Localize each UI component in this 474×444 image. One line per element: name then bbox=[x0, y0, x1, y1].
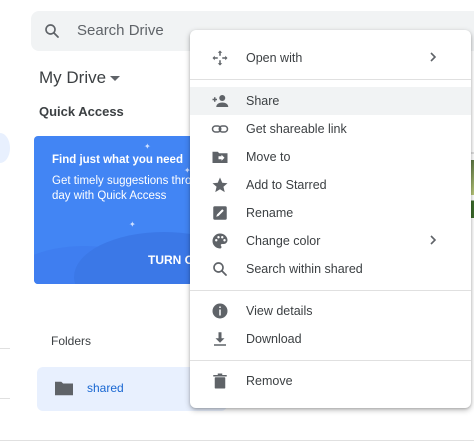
chevron-right-icon bbox=[430, 52, 437, 62]
card-title: Find just what you need bbox=[52, 154, 183, 166]
trash-icon bbox=[213, 373, 227, 389]
search-input[interactable]: Search Drive bbox=[77, 22, 164, 39]
menu-separator bbox=[190, 290, 471, 291]
sidebar-divider bbox=[0, 348, 10, 349]
menu-item-label: Remove bbox=[246, 374, 293, 388]
link-icon bbox=[211, 125, 229, 133]
sidebar-divider bbox=[0, 398, 10, 399]
folders-section-label: Folders bbox=[51, 334, 92, 348]
menu-item-search-within[interactable]: Search within shared bbox=[190, 255, 471, 283]
menu-item-get-shareable-link[interactable]: Get shareable link bbox=[190, 115, 471, 143]
quick-access-label: Quick Access bbox=[39, 104, 124, 119]
menu-item-label: Rename bbox=[246, 206, 294, 220]
menu-item-share[interactable]: Share bbox=[190, 87, 471, 115]
menu-item-rename[interactable]: Rename bbox=[190, 199, 471, 227]
left-sidebar-edge bbox=[0, 0, 12, 444]
info-icon bbox=[212, 303, 228, 319]
search-icon[interactable] bbox=[43, 22, 61, 40]
menu-item-move-to[interactable]: Move to bbox=[190, 143, 471, 171]
menu-item-open-with[interactable]: Open with bbox=[190, 44, 471, 72]
menu-item-download[interactable]: Download bbox=[190, 325, 471, 353]
menu-item-label: Change color bbox=[246, 234, 321, 248]
menu-item-label: Share bbox=[246, 94, 280, 108]
sparkle-icon: ✦ bbox=[144, 142, 151, 151]
search-icon bbox=[213, 262, 227, 276]
open-with-icon bbox=[212, 50, 228, 66]
download-icon bbox=[214, 332, 226, 346]
menu-item-label: Get shareable link bbox=[246, 122, 347, 136]
folder-icon bbox=[55, 381, 73, 396]
menu-item-label: View details bbox=[246, 304, 313, 318]
star-icon bbox=[212, 177, 228, 193]
menu-item-remove[interactable]: Remove bbox=[190, 367, 471, 395]
menu-separator bbox=[190, 360, 471, 361]
menu-separator bbox=[190, 79, 471, 80]
footer-divider bbox=[0, 440, 474, 441]
turn-on-button[interactable]: TURN O bbox=[148, 253, 194, 267]
move-to-folder-icon bbox=[212, 151, 228, 163]
context-menu: Open with Share Get shareable link Move … bbox=[190, 30, 471, 408]
card-body: Get timely suggestions thro day with Qui… bbox=[52, 174, 191, 204]
chevron-right-icon bbox=[430, 235, 437, 245]
menu-item-label: Open with bbox=[246, 51, 303, 65]
menu-item-view-details[interactable]: View details bbox=[190, 297, 471, 325]
card-body-line: Get timely suggestions thro bbox=[52, 175, 192, 187]
rename-icon bbox=[213, 206, 227, 220]
chevron-down-icon[interactable] bbox=[110, 76, 120, 81]
card-body-line: day with Quick Access bbox=[52, 190, 167, 202]
palette-icon bbox=[212, 233, 228, 249]
sparkle-icon: ✦ bbox=[129, 220, 136, 229]
menu-item-label: Search within shared bbox=[246, 262, 363, 276]
menu-item-add-to-starred[interactable]: Add to Starred bbox=[190, 171, 471, 199]
page-title[interactable]: My Drive bbox=[39, 68, 106, 88]
menu-item-label: Add to Starred bbox=[246, 178, 327, 192]
menu-item-label: Move to bbox=[246, 150, 291, 164]
menu-item-change-color[interactable]: Change color bbox=[190, 227, 471, 255]
person-add-icon bbox=[212, 95, 229, 107]
folder-name: shared bbox=[87, 381, 124, 395]
menu-item-label: Download bbox=[246, 332, 302, 346]
